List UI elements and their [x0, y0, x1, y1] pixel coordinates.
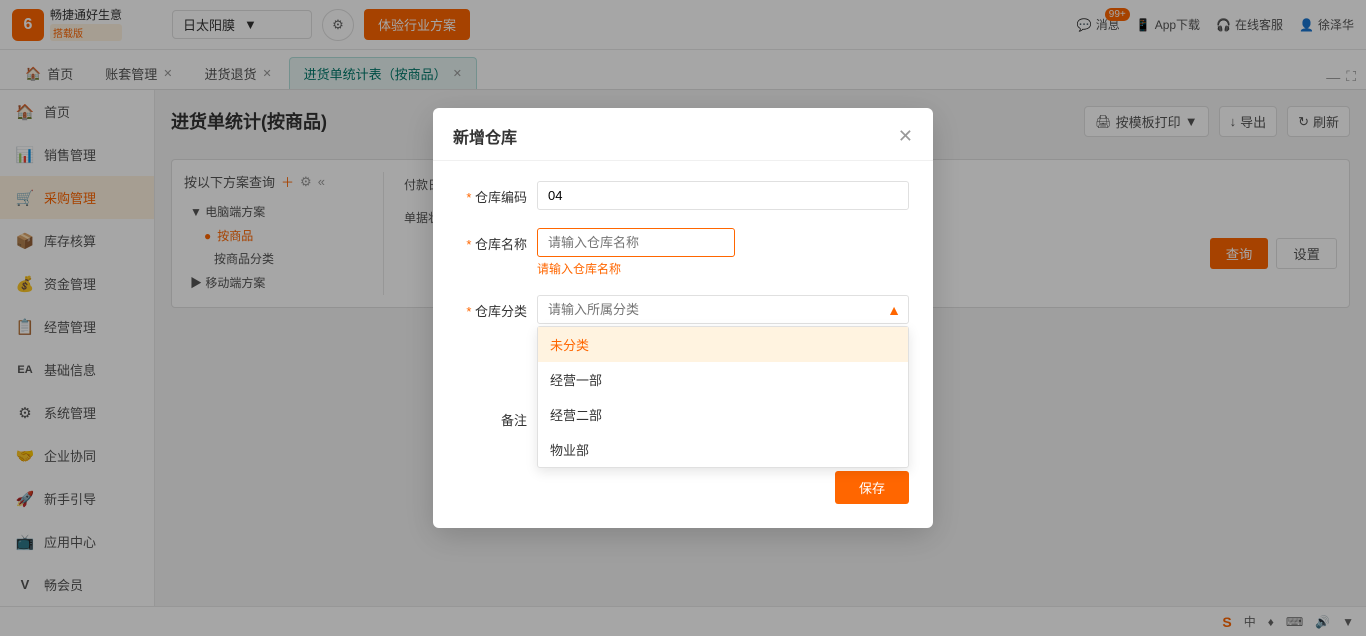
code-input[interactable]	[537, 181, 909, 210]
modal-footer: 保存	[433, 471, 933, 504]
dropdown-item-dept2[interactable]: 经营二部	[538, 397, 908, 432]
save-button[interactable]: 保存	[835, 471, 909, 504]
category-dropdown: 未分类 经营一部 经营二部 物业部	[537, 326, 909, 468]
modal-close-button[interactable]: ✕	[898, 126, 913, 147]
warehouse-modal: 新增仓库 ✕ 仓库编码 仓库名称 请输入仓库名称 仓库分类	[433, 108, 933, 528]
form-row-code: 仓库编码	[457, 181, 909, 210]
remark-label: 备注	[457, 404, 527, 429]
dropdown-item-dept3[interactable]: 物业部	[538, 432, 908, 467]
name-error: 请输入仓库名称	[537, 260, 909, 277]
dropdown-item-dept1[interactable]: 经营一部	[538, 362, 908, 397]
category-arrow-icon[interactable]: ▲	[887, 302, 901, 318]
name-input[interactable]	[537, 228, 735, 257]
modal-title: 新增仓库	[453, 124, 517, 148]
form-row-name: 仓库名称 请输入仓库名称	[457, 228, 909, 277]
name-input-wrap: 请输入仓库名称	[537, 228, 909, 277]
code-label: 仓库编码	[457, 181, 527, 206]
name-label: 仓库名称	[457, 228, 527, 253]
modal-overlay: 新增仓库 ✕ 仓库编码 仓库名称 请输入仓库名称 仓库分类	[0, 0, 1366, 636]
modal-header: 新增仓库 ✕	[433, 108, 933, 161]
category-input-wrap: ▲ 未分类 经营一部 经营二部 物业部	[537, 295, 909, 324]
form-row-category: 仓库分类 ▲ 未分类 经营一部 经营二部 物业部	[457, 295, 909, 324]
category-input[interactable]	[537, 295, 909, 324]
category-label: 仓库分类	[457, 295, 527, 320]
modal-body: 仓库编码 仓库名称 请输入仓库名称 仓库分类 ▲ 未分类	[433, 161, 933, 471]
dropdown-item-uncategorized[interactable]: 未分类	[538, 327, 908, 362]
